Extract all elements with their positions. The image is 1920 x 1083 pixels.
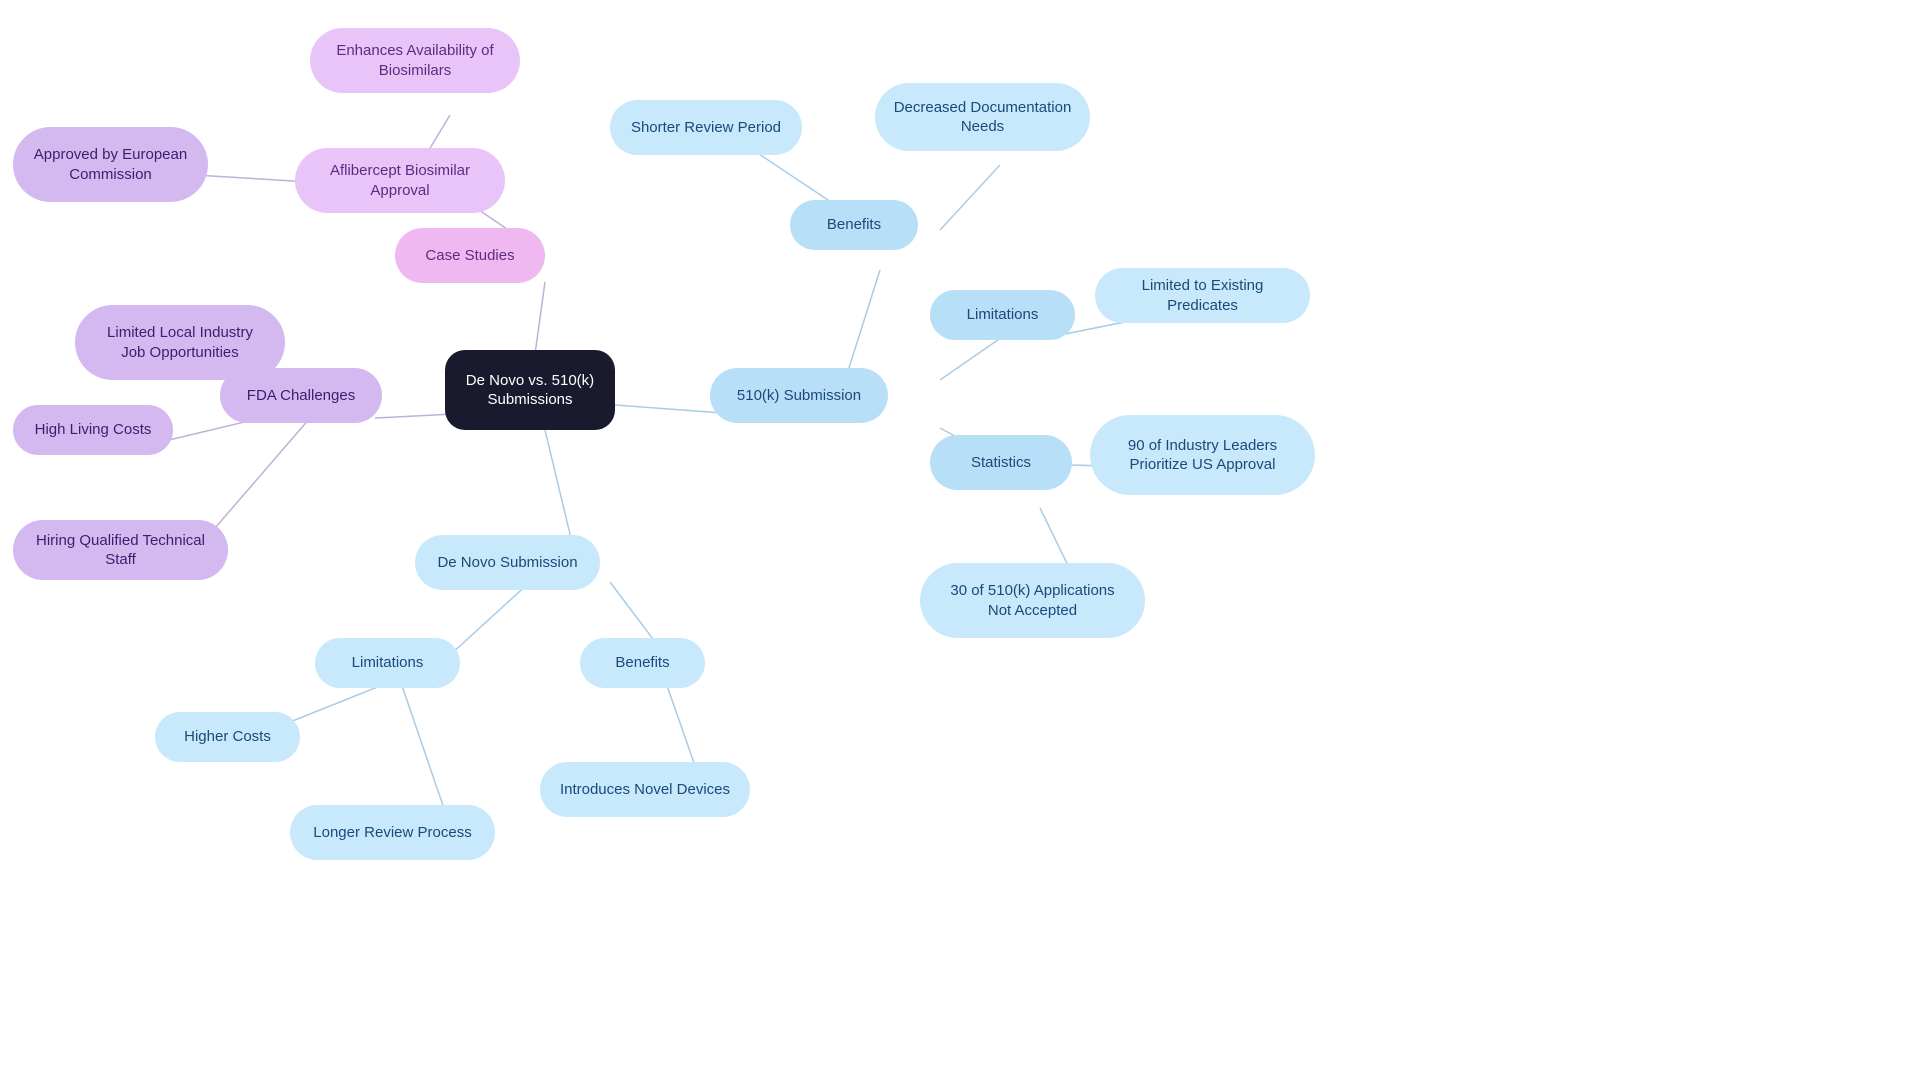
submission-510k-label: 510(k) Submission xyxy=(719,376,879,416)
enhances-label: Enhances Availability of Biosimilars xyxy=(310,31,520,90)
fda-challenges-label: FDA Challenges xyxy=(229,376,373,416)
enhances-node[interactable]: Enhances Availability of Biosimilars xyxy=(310,28,520,93)
applications-30-node[interactable]: 30 of 510(k) Applications Not Accepted xyxy=(920,563,1145,638)
aflibercept-node[interactable]: Aflibercept Biosimilar Approval xyxy=(295,148,505,213)
limitations-dn-label: Limitations xyxy=(334,643,442,683)
applications-30-label: 30 of 510(k) Applications Not Accepted xyxy=(920,571,1145,630)
limitations-510-label: Limitations xyxy=(949,295,1057,335)
novel-devices-label: Introduces Novel Devices xyxy=(542,770,748,810)
limitations-dn-node[interactable]: Limitations xyxy=(315,638,460,688)
benefits-510-label: Benefits xyxy=(809,205,899,245)
benefits-dn-label: Benefits xyxy=(597,643,687,683)
aflibercept-label: Aflibercept Biosimilar Approval xyxy=(295,151,505,210)
approved-label: Approved by European Commission xyxy=(13,135,208,194)
limited-predicates-label: Limited to Existing Predicates xyxy=(1095,266,1310,325)
center-label: De Novo vs. 510(k) Submissions xyxy=(445,361,615,420)
limited-job-label: Limited Local Industry Job Opportunities xyxy=(75,313,285,372)
limited-predicates-node[interactable]: Limited to Existing Predicates xyxy=(1095,268,1310,323)
center-node[interactable]: De Novo vs. 510(k) Submissions xyxy=(445,350,615,430)
statistics-label: Statistics xyxy=(953,443,1049,483)
case-studies-node[interactable]: Case Studies xyxy=(395,228,545,283)
benefits-dn-node[interactable]: Benefits xyxy=(580,638,705,688)
denovo-submission-label: De Novo Submission xyxy=(419,543,595,583)
denovo-submission-node[interactable]: De Novo Submission xyxy=(415,535,600,590)
limitations-510-node[interactable]: Limitations xyxy=(930,290,1075,340)
longer-review-label: Longer Review Process xyxy=(295,813,489,853)
high-costs-label: High Living Costs xyxy=(17,410,170,450)
limited-job-node[interactable]: Limited Local Industry Job Opportunities xyxy=(75,305,285,380)
higher-costs-node[interactable]: Higher Costs xyxy=(155,712,300,762)
benefits-510-node[interactable]: Benefits xyxy=(790,200,918,250)
statistics-node[interactable]: Statistics xyxy=(930,435,1072,490)
industry-90-node[interactable]: 90 of Industry Leaders Prioritize US App… xyxy=(1090,415,1315,495)
case-studies-label: Case Studies xyxy=(407,236,532,276)
shorter-review-label: Shorter Review Period xyxy=(613,108,799,148)
decreased-docs-node[interactable]: Decreased Documentation Needs xyxy=(875,83,1090,151)
high-costs-node[interactable]: High Living Costs xyxy=(13,405,173,455)
industry-90-label: 90 of Industry Leaders Prioritize US App… xyxy=(1090,426,1315,485)
higher-costs-label: Higher Costs xyxy=(166,717,289,757)
submission-510k-node[interactable]: 510(k) Submission xyxy=(710,368,888,423)
approved-node[interactable]: Approved by European Commission xyxy=(13,127,208,202)
decreased-docs-label: Decreased Documentation Needs xyxy=(875,88,1090,147)
hiring-node[interactable]: Hiring Qualified Technical Staff xyxy=(13,520,228,580)
novel-devices-node[interactable]: Introduces Novel Devices xyxy=(540,762,750,817)
hiring-label: Hiring Qualified Technical Staff xyxy=(13,521,228,580)
shorter-review-node[interactable]: Shorter Review Period xyxy=(610,100,802,155)
longer-review-node[interactable]: Longer Review Process xyxy=(290,805,495,860)
